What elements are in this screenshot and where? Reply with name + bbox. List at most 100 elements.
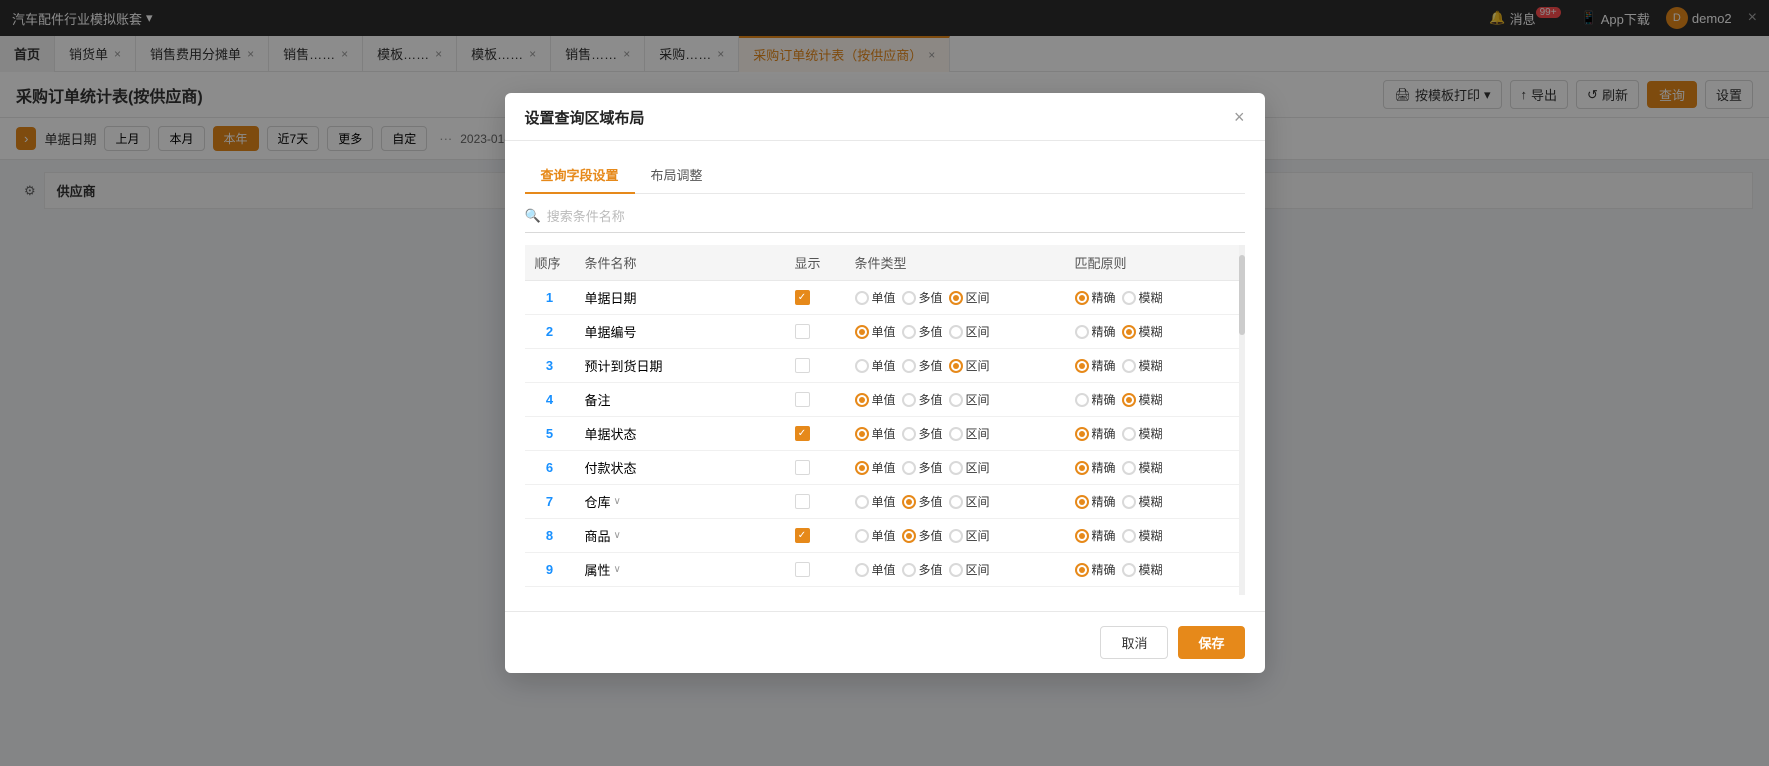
row-type-3: 单值多值区间 bbox=[845, 383, 1065, 417]
row-match-fuzzy-8[interactable]: 模糊 bbox=[1122, 561, 1163, 578]
table-header-row: 顺序 条件名称 显示 条件类型 匹配原则 bbox=[525, 245, 1245, 281]
row-checkbox-7[interactable] bbox=[795, 528, 810, 543]
row-type-range-6[interactable]: 区间 bbox=[949, 493, 990, 510]
row-match-fuzzy-2[interactable]: 模糊 bbox=[1122, 357, 1163, 374]
row-type-multi-8[interactable]: 多值 bbox=[902, 561, 943, 578]
row-display-6[interactable] bbox=[785, 485, 845, 519]
row-type-multi-4[interactable]: 多值 bbox=[902, 425, 943, 442]
modal-close-button[interactable]: × bbox=[1234, 107, 1245, 128]
row-type-multi-5[interactable]: 多值 bbox=[902, 459, 943, 476]
row-display-8[interactable] bbox=[785, 553, 845, 587]
modal-tab-layout[interactable]: 布局调整 bbox=[635, 157, 719, 194]
row-type-multi-1[interactable]: 多值 bbox=[902, 323, 943, 340]
row-match-exact-0[interactable]: 精确 bbox=[1075, 289, 1116, 306]
row-type-single-1[interactable]: 单值 bbox=[855, 323, 896, 340]
row-display-9[interactable] bbox=[785, 587, 845, 596]
row-type-single-4[interactable]: 单值 bbox=[855, 425, 896, 442]
row-match-exact-6[interactable]: 精确 bbox=[1075, 493, 1116, 510]
modal-overlay: 设置查询区域布局 × 查询字段设置 布局调整 🔍 bbox=[0, 0, 1769, 766]
row-match-4: 精确模糊 bbox=[1065, 417, 1245, 451]
row-type-multi-3[interactable]: 多值 bbox=[902, 391, 943, 408]
modal-tab-layout-label: 布局调整 bbox=[651, 168, 703, 183]
row-checkbox-1[interactable] bbox=[795, 324, 810, 339]
row-match-fuzzy-1[interactable]: 模糊 bbox=[1122, 323, 1163, 340]
table-row: 7仓库 ∨单值多值区间精确模糊 bbox=[525, 485, 1245, 519]
row-checkbox-8[interactable] bbox=[795, 562, 810, 577]
row-checkbox-2[interactable] bbox=[795, 358, 810, 373]
table-row: 4备注单值多值区间精确模糊 bbox=[525, 383, 1245, 417]
row-type-range-8[interactable]: 区间 bbox=[949, 561, 990, 578]
row-display-3[interactable] bbox=[785, 383, 845, 417]
row-type-range-7[interactable]: 区间 bbox=[949, 527, 990, 544]
row-display-0[interactable] bbox=[785, 281, 845, 315]
row-match-exact-4[interactable]: 精确 bbox=[1075, 425, 1116, 442]
table-row: 5单据状态单值多值区间精确模糊 bbox=[525, 417, 1245, 451]
modal-tab-query-fields[interactable]: 查询字段设置 bbox=[525, 157, 635, 194]
row-type-single-2[interactable]: 单值 bbox=[855, 357, 896, 374]
row-match-exact-1[interactable]: 精确 bbox=[1075, 323, 1116, 340]
save-label: 保存 bbox=[1198, 636, 1224, 651]
row-type-single-0[interactable]: 单值 bbox=[855, 289, 896, 306]
row-type-multi-7[interactable]: 多值 bbox=[902, 527, 943, 544]
row-match-fuzzy-5[interactable]: 模糊 bbox=[1122, 459, 1163, 476]
row-name-0: 单据日期 bbox=[575, 281, 785, 315]
row-type-range-5[interactable]: 区间 bbox=[949, 459, 990, 476]
row-match-exact-7[interactable]: 精确 bbox=[1075, 527, 1116, 544]
row-type-single-7[interactable]: 单值 bbox=[855, 527, 896, 544]
row-type-multi-0[interactable]: 多值 bbox=[902, 289, 943, 306]
row-order-4: 5 bbox=[525, 417, 575, 451]
row-type-multi-6[interactable]: 多值 bbox=[902, 493, 943, 510]
row-display-4[interactable] bbox=[785, 417, 845, 451]
row-type-range-3[interactable]: 区间 bbox=[949, 391, 990, 408]
row-match-0: 精确模糊 bbox=[1065, 281, 1245, 315]
search-icon: 🔍 bbox=[525, 208, 541, 224]
row-type-range-2[interactable]: 区间 bbox=[949, 357, 990, 374]
row-match-exact-5[interactable]: 精确 bbox=[1075, 459, 1116, 476]
row-type-single-5[interactable]: 单值 bbox=[855, 459, 896, 476]
row-type-7: 单值多值区间 bbox=[845, 519, 1065, 553]
save-button[interactable]: 保存 bbox=[1178, 626, 1244, 659]
table-scroll: 顺序 条件名称 显示 条件类型 匹配原则 1单据日期单值多值区间精确模糊2单据编… bbox=[525, 245, 1245, 595]
th-type: 条件类型 bbox=[845, 245, 1065, 281]
row-checkbox-5[interactable] bbox=[795, 460, 810, 475]
row-display-7[interactable] bbox=[785, 519, 845, 553]
row-type-multi-2[interactable]: 多值 bbox=[902, 357, 943, 374]
row-match-exact-2[interactable]: 精确 bbox=[1075, 357, 1116, 374]
modal-tabs: 查询字段设置 布局调整 bbox=[525, 157, 1245, 194]
row-name-2: 预计到货日期 bbox=[575, 349, 785, 383]
row-display-1[interactable] bbox=[785, 315, 845, 349]
row-checkbox-0[interactable] bbox=[795, 290, 810, 305]
row-match-3: 精确模糊 bbox=[1065, 383, 1245, 417]
row-match-fuzzy-0[interactable]: 模糊 bbox=[1122, 289, 1163, 306]
row-type-range-4[interactable]: 区间 bbox=[949, 425, 990, 442]
row-order-3: 4 bbox=[525, 383, 575, 417]
row-display-2[interactable] bbox=[785, 349, 845, 383]
row-name-8: 属性 ∨ bbox=[575, 553, 785, 587]
row-match-fuzzy-6[interactable]: 模糊 bbox=[1122, 493, 1163, 510]
row-name-1: 单据编号 bbox=[575, 315, 785, 349]
row-match-fuzzy-7[interactable]: 模糊 bbox=[1122, 527, 1163, 544]
row-type-range-0[interactable]: 区间 bbox=[949, 289, 990, 306]
th-display: 显示 bbox=[785, 245, 845, 281]
row-name-7: 商品 ∨ bbox=[575, 519, 785, 553]
row-display-5[interactable] bbox=[785, 451, 845, 485]
row-type-range-1[interactable]: 区间 bbox=[949, 323, 990, 340]
row-checkbox-6[interactable] bbox=[795, 494, 810, 509]
row-type-5: 单值多值区间 bbox=[845, 451, 1065, 485]
row-type-single-8[interactable]: 单值 bbox=[855, 561, 896, 578]
row-match-fuzzy-4[interactable]: 模糊 bbox=[1122, 425, 1163, 442]
row-match-exact-8[interactable]: 精确 bbox=[1075, 561, 1116, 578]
row-type-single-6[interactable]: 单值 bbox=[855, 493, 896, 510]
modal-title: 设置查询区域布局 bbox=[525, 107, 645, 128]
row-checkbox-4[interactable] bbox=[795, 426, 810, 441]
row-match-1: 精确模糊 bbox=[1065, 315, 1245, 349]
cancel-button[interactable]: 取消 bbox=[1100, 626, 1168, 659]
row-name-5: 付款状态 bbox=[575, 451, 785, 485]
search-input[interactable] bbox=[547, 209, 747, 224]
row-type-single-3[interactable]: 单值 bbox=[855, 391, 896, 408]
row-match-exact-3[interactable]: 精确 bbox=[1075, 391, 1116, 408]
row-order-6: 7 bbox=[525, 485, 575, 519]
row-checkbox-3[interactable] bbox=[795, 392, 810, 407]
row-match-fuzzy-3[interactable]: 模糊 bbox=[1122, 391, 1163, 408]
row-match-9: 精确模糊 bbox=[1065, 587, 1245, 596]
